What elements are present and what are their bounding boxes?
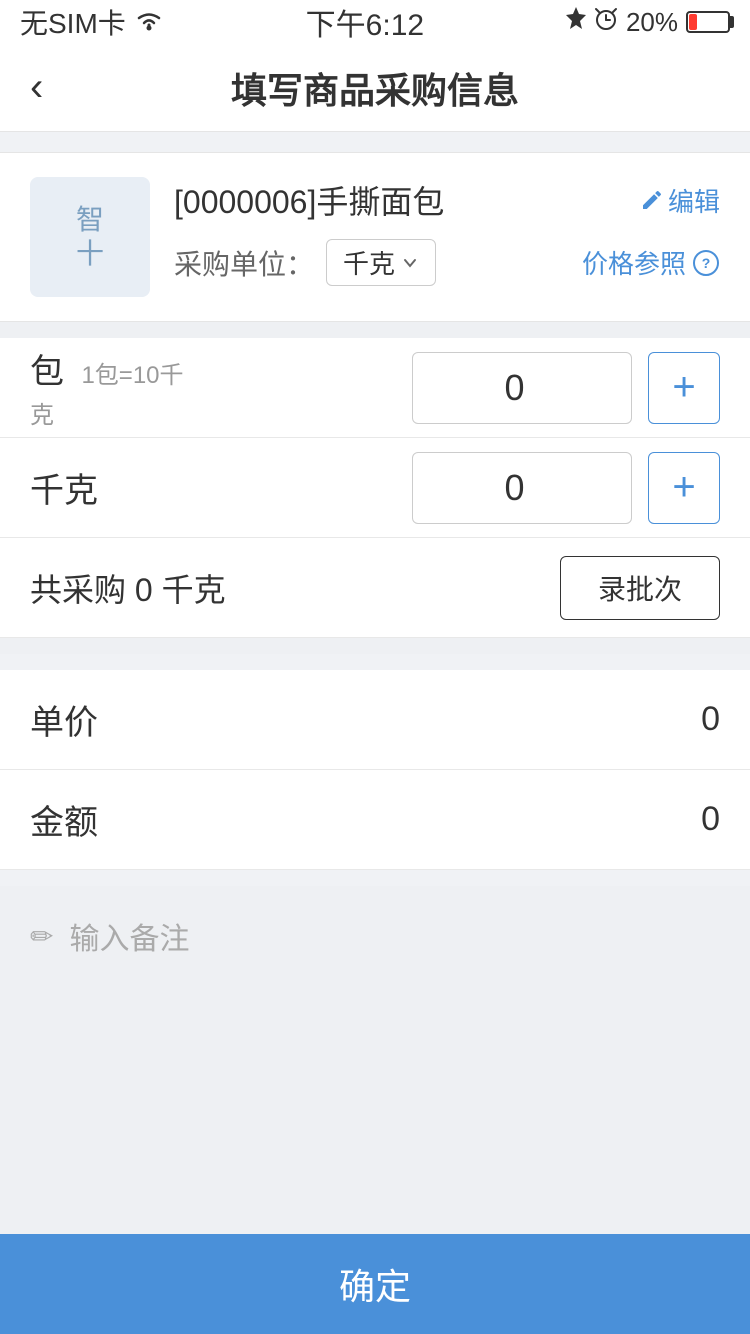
section-divider-2 bbox=[0, 638, 750, 654]
status-time: 下午6:12 bbox=[306, 0, 424, 44]
confirm-button[interactable]: 确定 bbox=[0, 1234, 750, 1334]
bag-label: 包 1包=10千克 bbox=[30, 344, 190, 432]
edit-button[interactable]: 编辑 bbox=[640, 182, 720, 219]
unit-price-row: 单价 0 bbox=[0, 670, 750, 770]
bag-input-wrapper: + bbox=[190, 352, 720, 424]
product-header: [0000006]手撕面包 编辑 bbox=[174, 177, 720, 223]
product-thumbnail: 智 十 bbox=[30, 177, 150, 297]
amount-label: 金额 bbox=[30, 795, 98, 844]
unit-label-text: 采购单位： bbox=[174, 243, 314, 283]
quantity-input-section: 包 1包=10千克 + 千克 + 共采购 0 千克 录批次 bbox=[0, 338, 750, 638]
price-section: 单价 0 金额 0 bbox=[0, 670, 750, 870]
unit-price-label: 单价 bbox=[30, 695, 98, 744]
kg-quantity-input[interactable] bbox=[412, 452, 632, 524]
status-right: 20% bbox=[566, 7, 730, 38]
carrier-label: 无SIM卡 bbox=[20, 2, 126, 42]
amount-value: 0 bbox=[701, 800, 720, 839]
location-icon bbox=[566, 7, 586, 38]
amount-row: 金额 0 bbox=[0, 770, 750, 870]
battery-icon bbox=[686, 11, 730, 33]
status-left: 无SIM卡 bbox=[20, 2, 164, 42]
product-logo: 智 十 bbox=[76, 203, 104, 270]
edit-icon bbox=[640, 188, 664, 212]
product-unit-row: 采购单位： 千克 价格参照 ? bbox=[174, 239, 720, 286]
back-button[interactable]: ‹ bbox=[30, 65, 43, 110]
unit-price-value: 0 bbox=[701, 700, 720, 739]
kg-input-row: 千克 + bbox=[0, 438, 750, 538]
battery-percent: 20% bbox=[626, 7, 678, 38]
unit-select[interactable]: 千克 bbox=[326, 239, 436, 286]
alarm-icon bbox=[594, 7, 618, 38]
nav-bar: ‹ 填写商品采购信息 bbox=[0, 44, 750, 132]
kg-input-wrapper: + bbox=[190, 452, 720, 524]
notes-section[interactable]: ✏ 输入备注 bbox=[0, 886, 750, 986]
bag-input-row: 包 1包=10千克 + bbox=[0, 338, 750, 438]
product-card: 智 十 [0000006]手撕面包 编辑 采购单位： 千克 价格参照 bbox=[0, 152, 750, 322]
page-title: 填写商品采购信息 bbox=[231, 62, 519, 114]
svg-text:?: ? bbox=[702, 255, 711, 271]
product-name: [0000006]手撕面包 bbox=[174, 177, 444, 223]
total-label: 共采购 0 千克 bbox=[30, 565, 226, 611]
record-batch-button[interactable]: 录批次 bbox=[560, 556, 720, 620]
kg-label: 千克 bbox=[30, 463, 190, 512]
help-circle-icon: ? bbox=[692, 249, 720, 277]
product-info: [0000006]手撕面包 编辑 采购单位： 千克 价格参照 ? bbox=[174, 177, 720, 286]
pencil-icon: ✏ bbox=[30, 920, 53, 953]
notes-placeholder: 输入备注 bbox=[69, 914, 189, 958]
bag-plus-button[interactable]: + bbox=[648, 352, 720, 424]
kg-plus-button[interactable]: + bbox=[648, 452, 720, 524]
section-divider-1 bbox=[0, 322, 750, 338]
chevron-down-icon bbox=[401, 254, 419, 272]
status-bar: 无SIM卡 下午6:12 20% bbox=[0, 0, 750, 44]
bag-quantity-input[interactable] bbox=[412, 352, 632, 424]
price-reference-button[interactable]: 价格参照 ? bbox=[582, 244, 720, 281]
total-row: 共采购 0 千克 录批次 bbox=[0, 538, 750, 638]
wifi-icon bbox=[134, 6, 164, 38]
